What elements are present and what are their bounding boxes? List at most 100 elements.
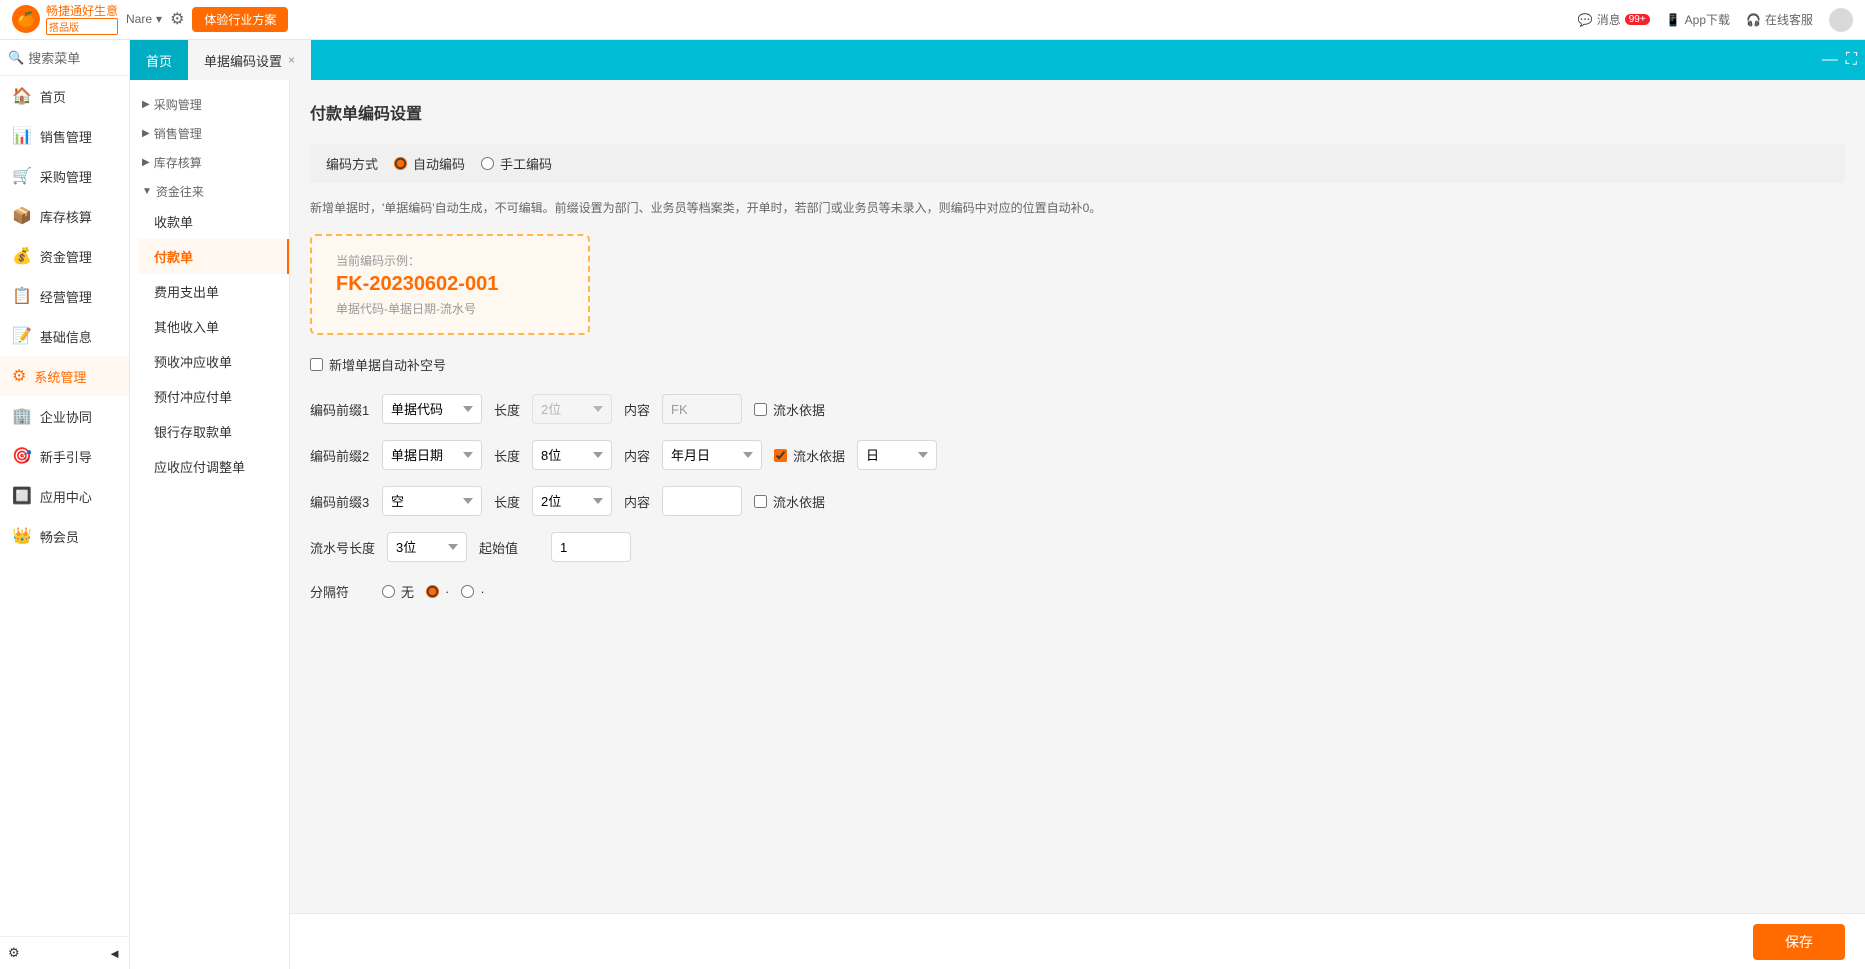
auto-encoding-radio[interactable] [394,157,407,170]
prefix2-serial-label: 流水依据 [793,446,845,465]
sidebar-item-system[interactable]: ⚙ 系统管理 [0,356,129,396]
auto-fill-checkbox[interactable] [310,358,323,371]
sidebar-item-operations[interactable]: 📋 经营管理 [0,276,129,316]
chevron-sales-icon: ▶ [142,128,150,139]
auto-encoding-label: 自动编码 [413,154,465,173]
prefix1-content-label: 内容 [624,400,650,419]
sidebar-item-company[interactable]: 🏢 企业协同 [0,396,129,436]
prefix2-serial-checkbox-label[interactable]: 流水依据 [774,446,845,465]
sidebar-item-sales[interactable]: 📊 销售管理 [0,116,129,156]
prefix3-length-select[interactable]: 2位 4位 6位 8位 [532,486,612,516]
sidebar-item-member[interactable]: 👑 畅会员 [0,516,129,556]
tab-minimize-button[interactable]: — [1822,51,1838,69]
app-download-label: App下载 [1685,11,1730,28]
sidebar-item-finance[interactable]: 💰 资金管理 [0,236,129,276]
sidebar-item-member-label: 畅会员 [40,527,79,546]
prefix1-content-input [662,394,742,424]
prefix1-serial-checkbox[interactable] [754,403,767,416]
nav-other-income[interactable]: 其他收入单 [138,309,289,344]
nav-group-sales[interactable]: ▶ 销售管理 [130,117,289,146]
nav-expense[interactable]: 费用支出单 [138,274,289,309]
online-service-button[interactable]: 🎧 在线客服 [1746,11,1813,28]
nav-prepay-receivable[interactable]: 预收冲应收单 [138,344,289,379]
prefix3-content-label: 内容 [624,492,650,511]
nav-payment-label: 付款单 [154,247,193,266]
manual-encoding-option[interactable]: 手工编码 [481,154,552,173]
prefix2-serial-checkbox[interactable] [774,449,787,462]
prefix3-content-input[interactable] [662,486,742,516]
prefix1-length-select[interactable]: 2位 [532,394,612,424]
separator-dot2-radio[interactable] [461,585,474,598]
prefix3-label: 编码前缀3 [310,492,370,511]
auto-encoding-option[interactable]: 自动编码 [394,154,465,173]
nav-group-finance[interactable]: ▼ 资金往来 [130,175,289,204]
prefix2-label: 编码前缀2 [310,446,370,465]
finance-icon: 💰 [12,246,32,266]
workspace-dropdown[interactable]: Nare ▾ [126,12,162,26]
prefix3-serial-checkbox-label[interactable]: 流水依据 [754,492,825,511]
start-value-input[interactable] [551,532,631,562]
encoding-mode-label: 编码方式 [326,154,378,173]
prefix1-select[interactable]: 单据代码 单据日期 部门 业务员 空 [382,394,482,424]
separator-none-radio[interactable] [382,585,395,598]
newguide-icon: 🎯 [12,446,32,466]
prefix1-serial-label: 流水依据 [773,400,825,419]
operations-icon: 📋 [12,286,32,306]
separator-label: 分隔符 [310,582,370,601]
separator-none-option[interactable]: 无 [382,582,414,601]
top-bar-right: 💬 消息 99+ 📱 App下载 🎧 在线客服 [1578,8,1853,32]
nav-group-purchase[interactable]: ▶ 采购管理 [130,88,289,117]
online-service-label: 在线客服 [1765,11,1813,28]
prefix2-length-select[interactable]: 2位 4位 6位 8位 [532,440,612,470]
sidebar-item-appcenter[interactable]: 🔲 应用中心 [0,476,129,516]
message-label: 消息 [1597,11,1621,28]
separator-dot2-option[interactable]: · [461,584,484,599]
sidebar-bottom-gear-icon[interactable]: ⚙ [8,945,20,961]
prefix1-serial-checkbox-label[interactable]: 流水依据 [754,400,825,419]
prefix2-content-select[interactable]: 年月日 年月 年 月日 [662,440,762,470]
preview-sub: 单据代码-单据日期-流水号 [336,300,564,317]
tab-home[interactable]: 首页 [130,40,188,80]
sidebar-item-newguide-label: 新手引导 [40,447,92,466]
nav-group-finance-label: 资金往来 [156,183,204,200]
nav-group-inventory[interactable]: ▶ 库存核算 [130,146,289,175]
search-menu-button[interactable]: 🔍 搜索菜单 [0,40,129,76]
sidebar-item-home[interactable]: 🏠 首页 [0,76,129,116]
home-icon: 🏠 [12,86,32,106]
sidebar-item-basic[interactable]: 📝 基础信息 [0,316,129,356]
prefix2-select[interactable]: 单据代码 单据日期 部门 业务员 空 [382,440,482,470]
user-avatar[interactable] [1829,8,1853,32]
nav-bank-deposit[interactable]: 银行存取款单 [138,414,289,449]
nav-receipt[interactable]: 收款单 [138,204,289,239]
industry-button[interactable]: 体验行业方案 [192,7,288,32]
separator-dot1-option[interactable]: · [426,584,449,599]
message-button[interactable]: 💬 消息 99+ [1578,11,1650,28]
tab-maximize-button[interactable]: ⛶ [1846,51,1857,69]
app-download-button[interactable]: 📱 App下载 [1666,11,1730,28]
nav-prepay-payment[interactable]: 预付冲应付单 [138,379,289,414]
tab-bar-actions: — ⛶ [1822,51,1865,69]
tab-bar: 首页 单据编码设置 × — ⛶ [130,40,1865,80]
nav-prepay-payment-label: 预付冲应付单 [154,387,232,406]
top-bar-controls: Nare ▾ ⚙ 体验行业方案 [126,7,288,32]
tab-encoding-settings[interactable]: 单据编码设置 × [188,40,311,80]
save-button[interactable]: 保存 [1753,924,1845,960]
app-icon: 📱 [1666,13,1681,27]
sidebar-item-purchase[interactable]: 🛒 采购管理 [0,156,129,196]
sidebar-item-newguide[interactable]: 🎯 新手引导 [0,436,129,476]
prefix3-select[interactable]: 单据代码 单据日期 部门 业务员 空 [382,486,482,516]
gear-icon[interactable]: ⚙ [170,9,184,29]
nav-payment[interactable]: 付款单 [138,239,289,274]
prefix3-serial-checkbox[interactable] [754,495,767,508]
hint-text: 新增单据时，'单据编码'自动生成，不可编辑。前缀设置为部门、业务员等档案类，开单… [310,199,1845,218]
manual-encoding-radio[interactable] [481,157,494,170]
sidebar-collapse-icon[interactable]: ◄ [108,946,121,961]
serial-length-select[interactable]: 3位 4位 5位 6位 [387,532,467,562]
separator-dot1-radio[interactable] [426,585,439,598]
sidebar-item-inventory-label: 库存核算 [40,207,92,226]
nav-receivable-adjust[interactable]: 应收应付调整单 [138,449,289,484]
tab-close-icon[interactable]: × [288,53,295,67]
prefix2-serial-day-select[interactable]: 日 月 年 [857,440,937,470]
prefix1-length-label: 长度 [494,400,520,419]
sidebar-item-inventory[interactable]: 📦 库存核算 [0,196,129,236]
